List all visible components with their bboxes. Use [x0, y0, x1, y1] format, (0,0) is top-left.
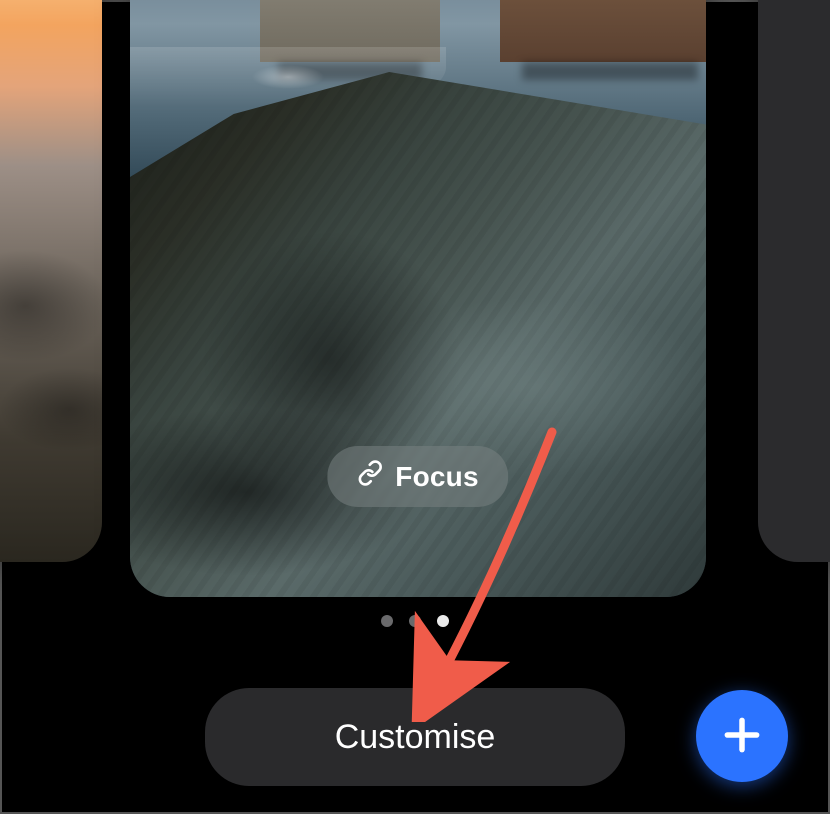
wallpaper-card-next[interactable]: [758, 0, 830, 562]
page-dot: [381, 615, 393, 627]
bottom-toolbar: Customise: [2, 676, 828, 796]
customise-button[interactable]: Customise: [205, 688, 625, 786]
wallpaper-card-prev[interactable]: [0, 0, 102, 562]
link-icon: [357, 460, 383, 493]
focus-label: Focus: [395, 461, 478, 493]
page-dot-active: [437, 615, 449, 627]
plus-icon: [720, 713, 764, 760]
focus-link-button[interactable]: Focus: [327, 446, 508, 507]
wallpaper-image: [130, 0, 706, 597]
page-indicator: [2, 615, 828, 627]
wallpaper-card-current[interactable]: Focus: [130, 0, 706, 597]
add-button[interactable]: [696, 690, 788, 782]
wallpaper-carousel[interactable]: Focus: [2, 2, 828, 597]
page-dot: [409, 615, 421, 627]
